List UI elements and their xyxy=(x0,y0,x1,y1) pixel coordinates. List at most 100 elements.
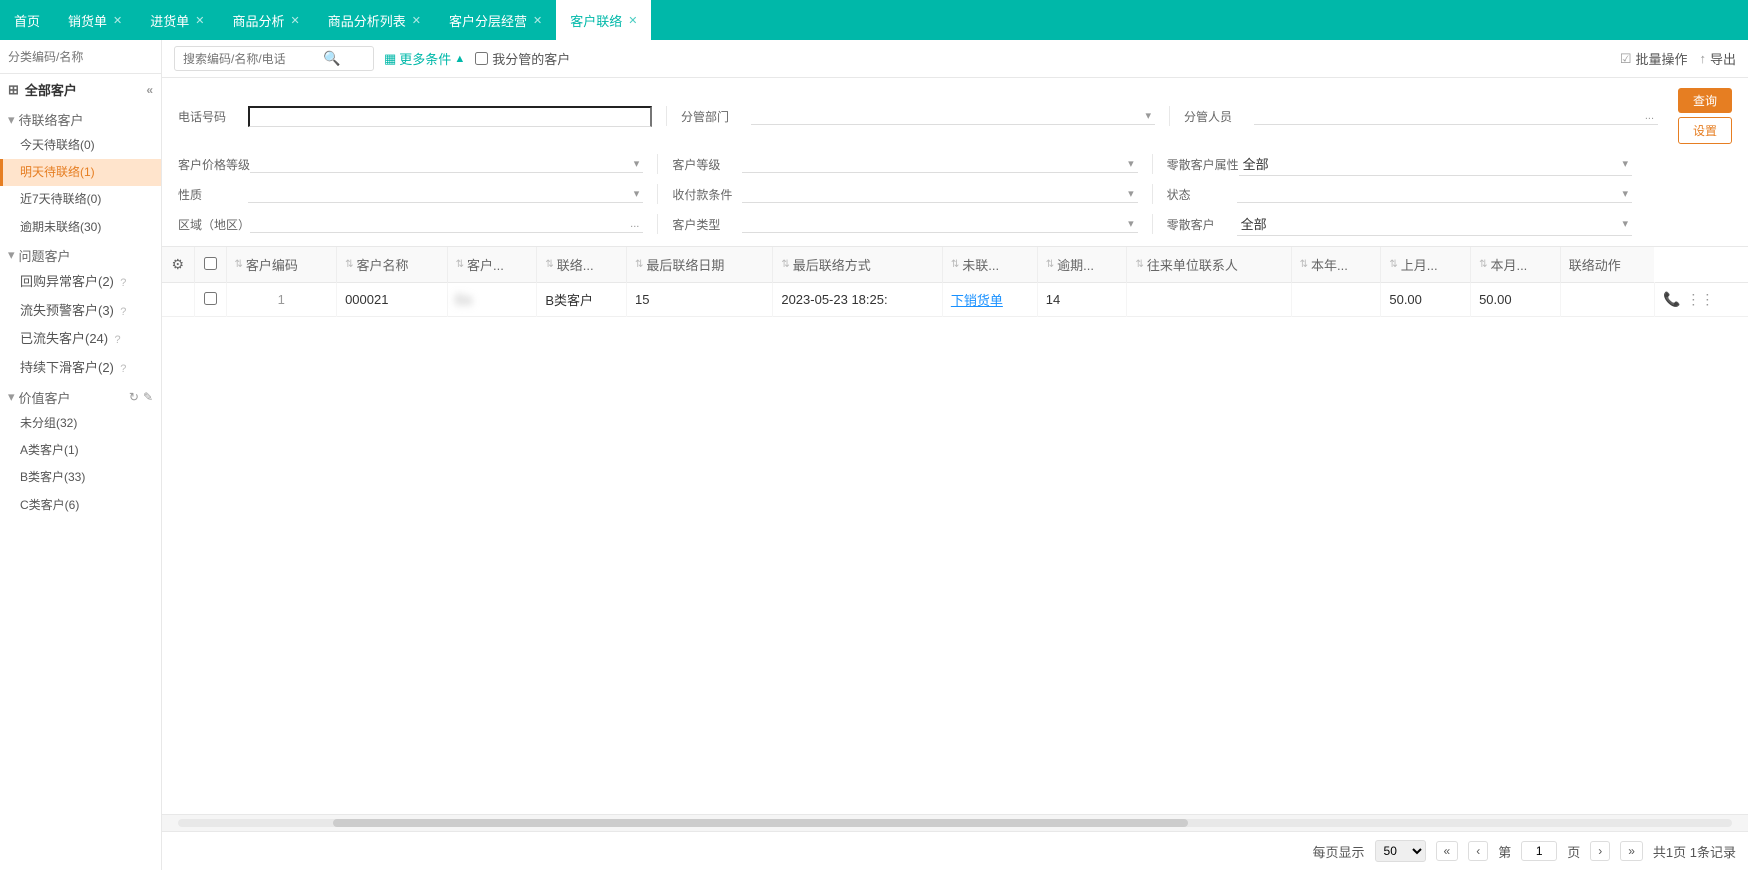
more-filter-button[interactable]: ▦ 更多条件 ▲ xyxy=(384,49,465,68)
page-input[interactable] xyxy=(1521,841,1557,861)
retail-select[interactable]: 全部 ▾ xyxy=(1237,212,1632,236)
price-level-select[interactable]: ▾ xyxy=(250,155,643,173)
row-type: B类客户 xyxy=(537,283,627,317)
nav-tab-analysis[interactable]: 商品分析 ✕ xyxy=(218,0,313,40)
sidebar-search-box[interactable]: 🔍 xyxy=(0,40,161,74)
filter-customer-level: 客户等级 ▾ xyxy=(672,155,1137,173)
search-box[interactable]: 🔍 xyxy=(174,46,374,71)
col-uncontacted: ⇅ 未联... xyxy=(942,247,1037,283)
row-check xyxy=(194,283,226,317)
region-label: 区域（地区） xyxy=(178,216,250,233)
search-icon[interactable]: 🔍 xyxy=(323,50,340,67)
row-unit-contact xyxy=(1291,283,1381,317)
close-tab-icon[interactable]: ✕ xyxy=(533,14,542,27)
my-customer-checkbox-group[interactable]: 我分管的客户 xyxy=(475,49,570,68)
sidebar-all-customers[interactable]: ⊞ 全部客户 « xyxy=(0,74,161,105)
manager-label: 分管人员 xyxy=(1184,108,1254,125)
sidebar-item-churn-warning[interactable]: 流失预警客户(3) ? xyxy=(0,297,161,326)
divider xyxy=(666,106,667,126)
row-checkbox[interactable] xyxy=(204,292,217,305)
chevron-down-icon: ▾ xyxy=(1622,217,1628,230)
sidebar-group-value[interactable]: ▾ 价值客户 ↻ ✎ xyxy=(0,383,161,410)
retail-attr-select[interactable]: 全部 ▾ xyxy=(1239,152,1632,176)
col-this-month: ⇅ 本月... xyxy=(1471,247,1561,283)
sidebar-item-a-class[interactable]: A类客户(1) xyxy=(0,437,161,464)
nav-tab-purchase[interactable]: 进货单 ✕ xyxy=(136,0,218,40)
phone-action-icon[interactable]: 📞 xyxy=(1663,291,1680,308)
col-unit-contact: ⇅ 往来单位联系人 xyxy=(1127,247,1291,283)
manager-select[interactable]: ... xyxy=(1254,108,1658,125)
gear-icon[interactable]: ⚙ xyxy=(171,256,184,272)
nav-tab-customer-tier[interactable]: 客户分层经营 ✕ xyxy=(435,0,556,40)
select-all-checkbox[interactable] xyxy=(204,257,217,270)
close-tab-icon[interactable]: ✕ xyxy=(291,14,300,27)
col-overdue: ⇅ 逾期... xyxy=(1037,247,1127,283)
sidebar-group-pending[interactable]: ▾ 待联络客户 xyxy=(0,105,161,132)
sidebar-item-b-class[interactable]: B类客户(33) xyxy=(0,464,161,491)
nav-home[interactable]: 首页 xyxy=(0,0,54,40)
grid-icon: ⊞ xyxy=(8,82,19,98)
sidebar-search-input[interactable] xyxy=(8,50,162,64)
scrollbar-thumb[interactable] xyxy=(333,819,1188,827)
export-button[interactable]: ↑ 导出 xyxy=(1699,49,1736,68)
refresh-icon[interactable]: ↻ xyxy=(129,390,139,404)
nav-prev-button[interactable]: ‹ xyxy=(1468,841,1488,861)
sidebar-item-tomorrow[interactable]: 明天待联络(1) xyxy=(0,159,161,186)
gender-select[interactable]: ▾ xyxy=(248,185,643,203)
sidebar-item-overdue[interactable]: 逾期未联络(30) xyxy=(0,214,161,241)
nav-tab-sales[interactable]: 销货单 ✕ xyxy=(54,0,136,40)
divider xyxy=(1152,154,1153,174)
col-code: ⇅ 客户编码 xyxy=(226,247,337,283)
payment-label: 收付款条件 xyxy=(672,186,742,203)
table-container: ⚙ ⇅ 客户编码 ⇅ xyxy=(162,247,1748,814)
sidebar-item-c-class[interactable]: C类客户(6) xyxy=(0,492,161,519)
export-icon: ↑ xyxy=(1699,51,1706,66)
retail-label: 零散客户 xyxy=(1167,216,1237,233)
arrow-down-icon: ▾ xyxy=(8,247,15,263)
divider xyxy=(1169,106,1170,126)
toolbar-right: ☑ 批量操作 ↑ 导出 xyxy=(1620,49,1736,68)
sidebar-item-churned[interactable]: 已流失客户(24) ? xyxy=(0,325,161,354)
sidebar-item-abnormal[interactable]: 回购异常客户(2) ? xyxy=(0,268,161,297)
phone-input[interactable] xyxy=(248,106,652,127)
more-action-icon[interactable]: ⋮⋮ xyxy=(1686,291,1714,308)
batch-operation-button[interactable]: ☑ 批量操作 xyxy=(1620,49,1688,68)
settings-button[interactable]: 设置 xyxy=(1678,117,1732,144)
customer-level-select[interactable]: ▾ xyxy=(742,155,1137,173)
payment-select[interactable]: ▾ xyxy=(742,185,1137,203)
sidebar-item-ungrouped[interactable]: 未分组(32) xyxy=(0,410,161,437)
status-select[interactable]: ▾ xyxy=(1237,185,1632,203)
search-input[interactable] xyxy=(183,52,323,66)
per-page-select[interactable]: 50 100 200 xyxy=(1375,840,1426,862)
col-type: ⇅ 客户... xyxy=(447,247,537,283)
close-tab-icon[interactable]: ✕ xyxy=(113,14,122,27)
region-select[interactable]: ... xyxy=(250,216,643,233)
status-label: 状态 xyxy=(1167,186,1237,203)
close-tab-icon[interactable]: ✕ xyxy=(195,14,204,27)
dept-select[interactable]: ▾ xyxy=(751,107,1155,125)
query-button[interactable]: 查询 xyxy=(1678,88,1732,113)
sidebar-item-7days[interactable]: 近7天待联络(0) xyxy=(0,186,161,213)
chevron-down-icon: ▾ xyxy=(634,157,640,170)
help-icon: ? xyxy=(120,277,126,289)
sidebar-item-today[interactable]: 今天待联络(0) xyxy=(0,132,161,159)
nav-first-button[interactable]: « xyxy=(1436,841,1459,861)
nav-next-button[interactable]: › xyxy=(1590,841,1610,861)
edit-icon[interactable]: ✎ xyxy=(143,390,153,404)
col-date-sort-icon: ⇅ xyxy=(635,259,643,270)
my-customer-checkbox[interactable] xyxy=(475,52,488,65)
customer-type-select[interactable]: ▾ xyxy=(742,215,1137,233)
filter-row-4: 区域（地区） ... 客户类型 ▾ 零散客户 xyxy=(178,212,1732,236)
nav-tab-customer-contact[interactable]: 客户联络 ✕ xyxy=(556,0,651,40)
horizontal-scrollbar[interactable] xyxy=(162,814,1748,831)
sidebar-group-problem[interactable]: ▾ 问题客户 xyxy=(0,241,161,268)
nav-tab-analysis-list[interactable]: 商品分析列表 ✕ xyxy=(314,0,435,40)
sidebar: 🔍 ⊞ 全部客户 « ▾ 待联络客户 今天待联络(0) 明天待联络(1) 近7天… xyxy=(0,40,162,870)
close-tab-icon[interactable]: ✕ xyxy=(628,14,637,27)
filter-retail-attr: 零散客户属性 全部 ▾ xyxy=(1167,152,1632,176)
contact-method-link[interactable]: 下销货单 xyxy=(951,293,1003,308)
nav-last-button[interactable]: » xyxy=(1620,841,1643,861)
close-tab-icon[interactable]: ✕ xyxy=(412,14,421,27)
col-uncontacted-sort-icon: ⇅ xyxy=(951,259,959,270)
sidebar-item-declining[interactable]: 持续下滑客户(2) ? xyxy=(0,354,161,383)
